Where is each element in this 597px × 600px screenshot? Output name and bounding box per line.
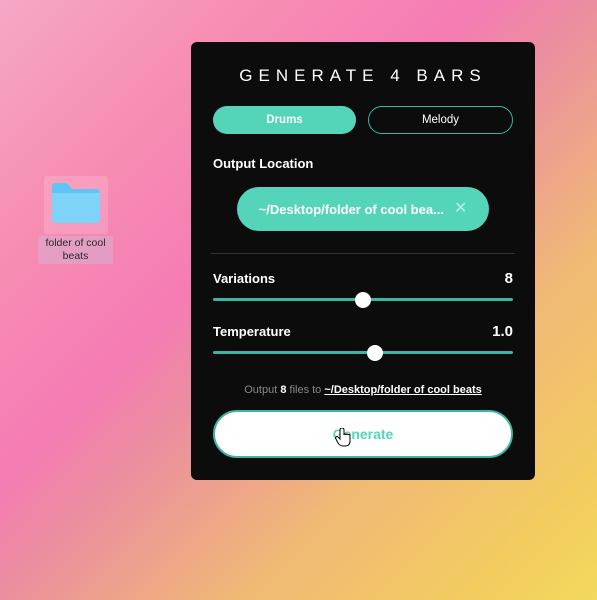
divider <box>211 253 515 254</box>
desktop-folder-label: folder of cool beats <box>38 236 113 264</box>
generate-button[interactable]: Generate <box>213 410 513 458</box>
close-icon[interactable]: ✕ <box>454 201 467 217</box>
tab-row: Drums Melody <box>213 106 513 134</box>
temperature-label: Temperature <box>213 324 291 339</box>
tab-drums[interactable]: Drums <box>213 106 356 134</box>
desktop-folder[interactable]: folder of cool beats <box>38 176 113 264</box>
temperature-slider-row: Temperature 1.0 <box>213 323 513 354</box>
summary-middle: files to <box>286 384 324 396</box>
variations-slider-row: Variations 8 <box>213 270 513 301</box>
generate-button-label: Generate <box>333 426 394 442</box>
generate-panel: GENERATE 4 BARS Drums Melody Output Loca… <box>191 42 535 480</box>
output-path-text: ~/Desktop/folder of cool bea... <box>259 202 444 217</box>
temperature-value: 1.0 <box>492 323 513 340</box>
summary-prefix: Output <box>244 384 280 396</box>
tab-melody[interactable]: Melody <box>368 106 513 134</box>
folder-icon <box>50 181 102 230</box>
folder-icon-selection <box>44 176 108 234</box>
variations-slider[interactable] <box>213 298 513 301</box>
output-location-chip[interactable]: ~/Desktop/folder of cool bea... ✕ <box>237 187 489 231</box>
summary-path: ~/Desktop/folder of cool beats <box>324 384 481 396</box>
output-location-label: Output Location <box>213 156 513 171</box>
variations-label: Variations <box>213 271 275 286</box>
temperature-slider-thumb[interactable] <box>367 345 383 361</box>
temperature-slider[interactable] <box>213 351 513 354</box>
output-summary: Output 8 files to ~/Desktop/folder of co… <box>213 384 513 396</box>
variations-value: 8 <box>505 270 513 287</box>
app-title: GENERATE 4 BARS <box>213 66 513 86</box>
variations-slider-thumb[interactable] <box>355 292 371 308</box>
